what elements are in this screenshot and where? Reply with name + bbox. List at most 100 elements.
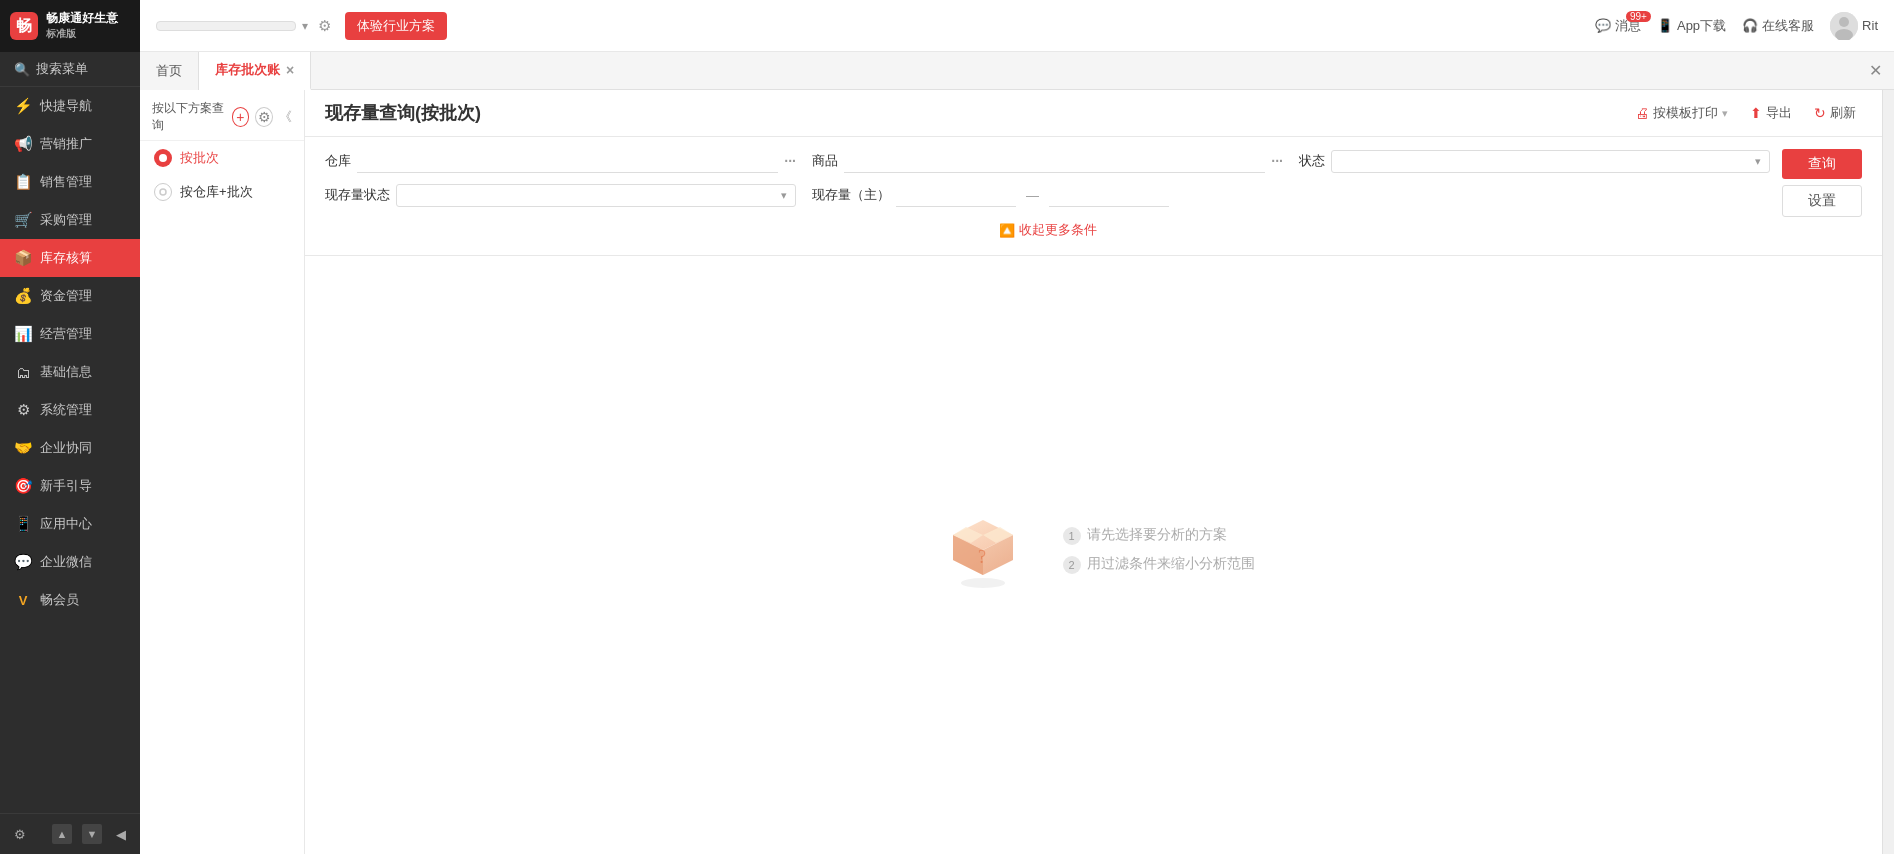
export-btn[interactable]: ⬆ 导出	[1744, 100, 1798, 126]
sidebar-item-inventory[interactable]: 📦 库存核算	[0, 239, 140, 277]
inventory-qty-to[interactable]	[1049, 183, 1169, 207]
add-plan-btn[interactable]: +	[232, 107, 250, 127]
appcenter-icon: 📱	[14, 515, 32, 533]
product-dots[interactable]: ···	[1271, 153, 1283, 169]
sidebar-settings-icon[interactable]: ⚙	[14, 827, 26, 842]
inventory-qty-from[interactable]	[896, 183, 1016, 207]
topbar-chevron-icon[interactable]: ▾	[302, 19, 308, 33]
tab-home[interactable]: 首页	[140, 52, 199, 90]
purchase-icon: 🛒	[14, 211, 32, 229]
svg-text:?: ?	[978, 547, 986, 567]
user-profile-btn[interactable]: Rit	[1830, 12, 1878, 40]
sidebar-scroll-up[interactable]: ▲	[52, 824, 72, 844]
avatar	[1830, 12, 1858, 40]
online-service-btn[interactable]: 🎧 在线客服	[1742, 17, 1814, 35]
search-icon: 🔍	[14, 62, 30, 77]
sidebar-label-appcenter: 应用中心	[40, 515, 92, 533]
sidebar-search[interactable]: 🔍 搜索菜单	[0, 52, 140, 87]
brand-name: 畅康通好生意	[46, 11, 118, 27]
panel-collapse-btn[interactable]: 《	[279, 108, 292, 126]
inventory-status-select[interactable]: ▾	[396, 184, 796, 207]
topbar-search-box[interactable]	[156, 21, 296, 31]
sidebar-item-quick-nav[interactable]: ⚡ 快捷导航	[0, 87, 140, 125]
collapse-up-icon: 🔼	[999, 223, 1015, 238]
sidebar-item-system[interactable]: ⚙ 系统管理	[0, 391, 140, 429]
settings-btn[interactable]: 设置	[1782, 185, 1862, 217]
sidebar-item-finance[interactable]: 💰 资金管理	[0, 277, 140, 315]
tab-inventory-batch[interactable]: 库存批次账 ×	[199, 52, 311, 90]
tab-close-icon[interactable]: ×	[286, 62, 294, 78]
right-content: 现存量查询(按批次) 🖨 按模板打印 ▾ ⬆ 导出 ↻ 刷新	[305, 90, 1882, 854]
filter-area: 仓库 ··· 商品 ··· 状态	[305, 137, 1882, 256]
sidebar-label-basic: 基础信息	[40, 363, 92, 381]
query-btn[interactable]: 查询	[1782, 149, 1862, 179]
sidebar-label-enterprise: 企业协同	[40, 439, 92, 457]
sidebar-item-sales[interactable]: 📋 销售管理	[0, 163, 140, 201]
messages-badge: 99+	[1626, 11, 1651, 22]
plan-by-warehouse-batch[interactable]: 按仓库+批次	[140, 175, 304, 209]
sidebar-collapse-icon[interactable]: ◀	[116, 827, 126, 842]
app-version: 标准版	[46, 27, 118, 41]
quick-nav-icon: ⚡	[14, 97, 32, 115]
topbar-gear-icon[interactable]: ⚙	[318, 17, 331, 35]
plan-by-warehouse-batch-icon	[154, 183, 172, 201]
sidebar-item-newuser[interactable]: 🎯 新手引导	[0, 467, 140, 505]
export-icon: ⬆	[1750, 105, 1762, 121]
tabs-end-close-btn[interactable]: ✕	[1857, 52, 1894, 90]
sidebar-label-system: 系统管理	[40, 401, 92, 419]
sidebar-footer: ⚙ ▲ ▼ ◀	[0, 813, 140, 854]
app-download-btn[interactable]: 📱 App下载	[1657, 17, 1726, 35]
topbar-search-area: ▾ ⚙	[156, 17, 331, 35]
left-panel: 按以下方案查询 + ⚙ 《 按批次 按仓库+批次	[140, 90, 305, 854]
warehouse-dots[interactable]: ···	[784, 153, 796, 169]
wechat-icon: 💬	[14, 553, 32, 571]
tabs-bar: 首页 库存批次账 × ✕	[140, 52, 1894, 90]
empty-step-2: 2 用过滤条件来缩小分析范围	[1063, 555, 1255, 574]
tab-inventory-batch-label: 库存批次账	[215, 61, 280, 79]
collapse-more-btn[interactable]: 🔼 收起更多条件	[325, 217, 1770, 243]
topbar-actions: 💬 消息 99+ 📱 App下载 🎧 在线客服	[1595, 12, 1878, 40]
page-title: 现存量查询(按批次)	[325, 101, 481, 125]
filter-status: 状态 ▾	[1299, 150, 1770, 173]
refresh-label: 刷新	[1830, 104, 1856, 122]
step2-text: 用过滤条件来缩小分析范围	[1087, 555, 1255, 573]
step1-num: 1	[1063, 527, 1081, 545]
refresh-btn[interactable]: ↻ 刷新	[1808, 100, 1862, 126]
plan-settings-btn[interactable]: ⚙	[255, 107, 273, 127]
status-select[interactable]: ▾	[1331, 150, 1770, 173]
experience-btn[interactable]: 体验行业方案	[345, 12, 447, 40]
sidebar-label-finance: 资金管理	[40, 287, 92, 305]
print-btn[interactable]: 🖨 按模板打印 ▾	[1629, 100, 1734, 126]
plan-by-batch[interactable]: 按批次	[140, 141, 304, 175]
qty-dash: —	[1026, 188, 1039, 203]
messages-btn[interactable]: 💬 消息 99+	[1595, 17, 1641, 35]
page-header: 现存量查询(按批次) 🖨 按模板打印 ▾ ⬆ 导出 ↻ 刷新	[305, 90, 1882, 137]
sidebar-item-wechat[interactable]: 💬 企业微信	[0, 543, 140, 581]
sidebar-item-appcenter[interactable]: 📱 应用中心	[0, 505, 140, 543]
brand-info: 畅康通好生意 标准版	[46, 11, 118, 42]
print-label: 按模板打印	[1653, 104, 1718, 122]
sidebar-item-basic[interactable]: 🗂 基础信息	[0, 353, 140, 391]
collapse-more-label: 收起更多条件	[1019, 221, 1097, 239]
warehouse-input[interactable]	[357, 149, 778, 173]
phone-icon: 📱	[1657, 18, 1673, 33]
enterprise-icon: 🤝	[14, 439, 32, 457]
finance-icon: 💰	[14, 287, 32, 305]
product-input[interactable]	[844, 149, 1265, 173]
filter-row-2: 现存量状态 ▾ 现存量（主） —	[325, 183, 1770, 207]
sidebar-item-purchase[interactable]: 🛒 采购管理	[0, 201, 140, 239]
filter-product: 商品 ···	[812, 149, 1283, 173]
sidebar-label-newuser: 新手引导	[40, 477, 92, 495]
empty-step-1: 1 请先选择要分析的方案	[1063, 526, 1255, 545]
sidebar-item-operations[interactable]: 📊 经营管理	[0, 315, 140, 353]
step1-text: 请先选择要分析的方案	[1087, 526, 1227, 544]
inventory-qty-label: 现存量（主）	[812, 186, 890, 204]
sidebar-item-member[interactable]: V 畅会员	[0, 581, 140, 619]
sidebar-scroll-down[interactable]: ▼	[82, 824, 102, 844]
sidebar-item-marketing[interactable]: 📢 营销推广	[0, 125, 140, 163]
inv-status-chevron-icon: ▾	[781, 189, 787, 202]
main-area: ▾ ⚙ 体验行业方案 💬 消息 99+ 📱 App下载 🎧 在线客服	[140, 0, 1894, 854]
sidebar-item-enterprise[interactable]: 🤝 企业协同	[0, 429, 140, 467]
tab-home-label: 首页	[156, 62, 182, 80]
sidebar-label-member: 畅会员	[40, 591, 79, 609]
